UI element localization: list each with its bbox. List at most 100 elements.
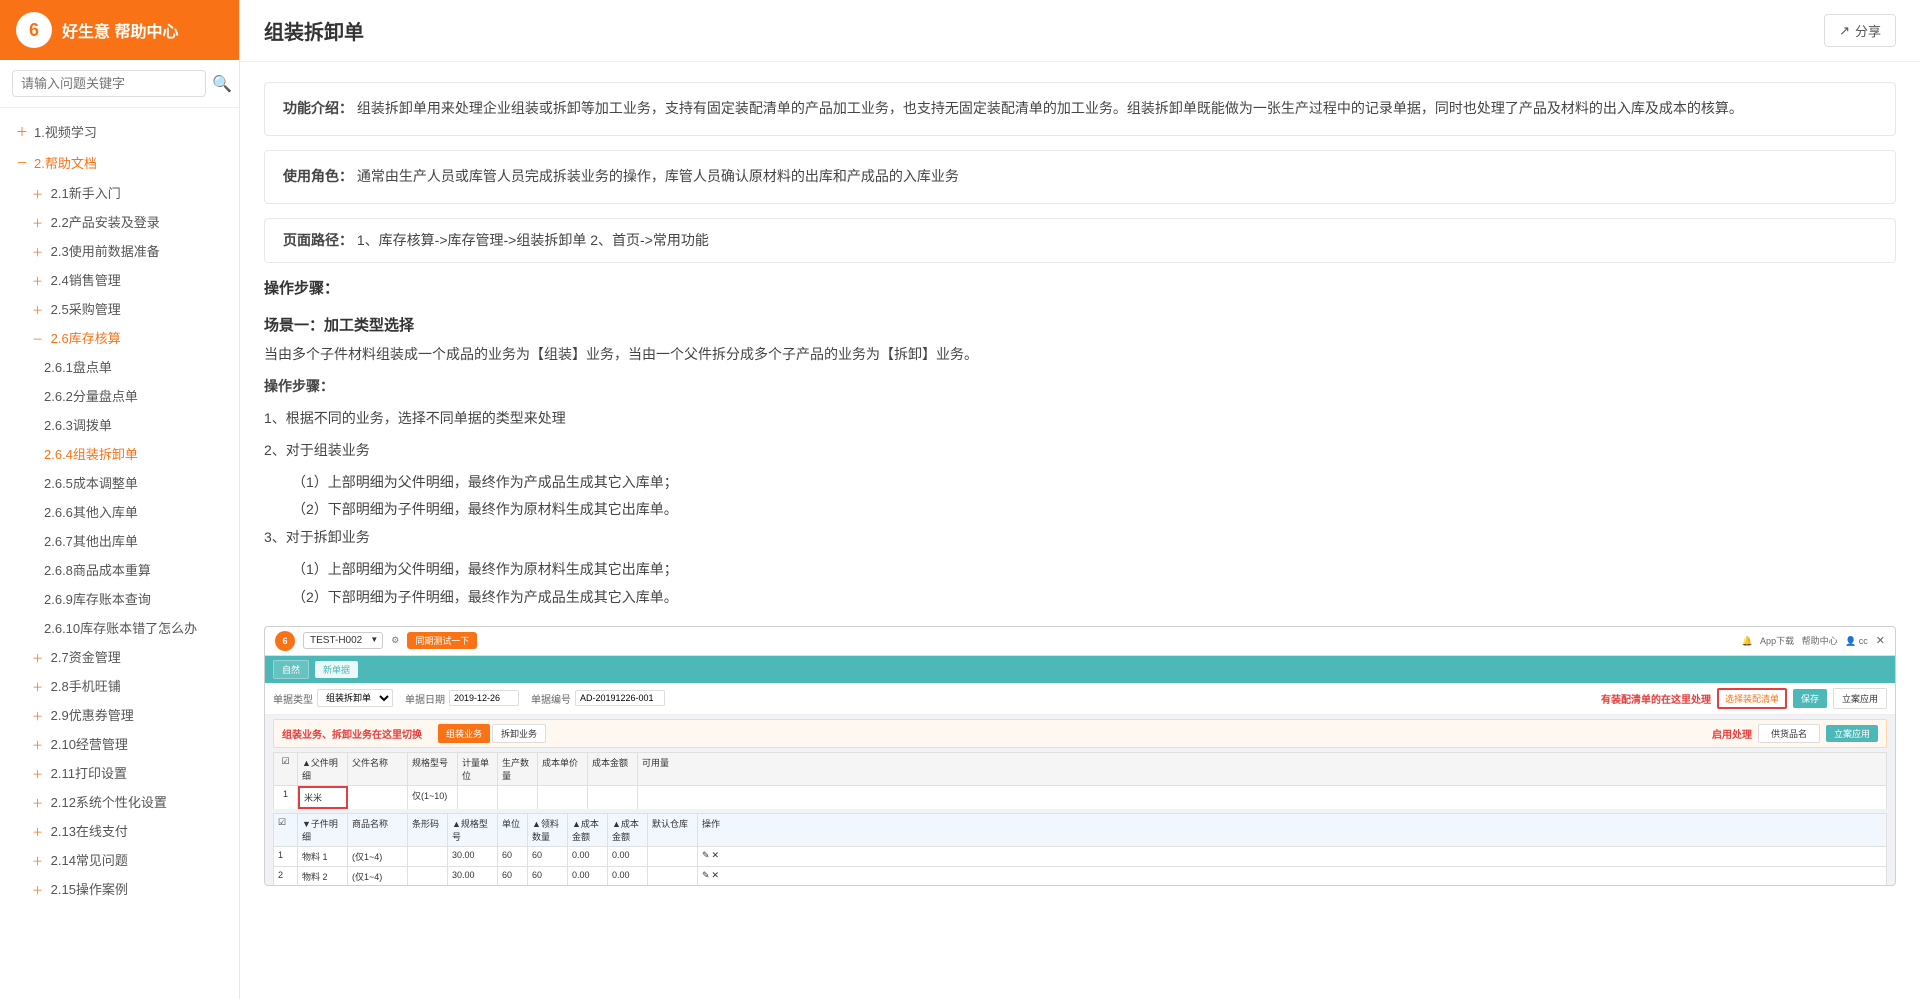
app-tab-new[interactable]: 新单据: [315, 661, 358, 678]
sidebar-item-210[interactable]: ＋ 2.10经营管理: [0, 729, 239, 758]
plus-icon: ＋: [32, 769, 43, 781]
sr2-child: 物料 2: [298, 867, 348, 886]
table-header-row: ☑ ▲父件明细 父件名称 规格型号 计量单位 生产数量 成本单价 成本金额 可用…: [273, 752, 1887, 785]
expand-icon: ＋: [32, 247, 43, 259]
sth-total2: ▲成本金额: [608, 814, 648, 846]
ops-title2: 操作步骤：: [264, 375, 1896, 399]
role-label: 使用角色：: [283, 168, 353, 184]
main-content: 功能介绍： 组装拆卸单用来处理企业组装或拆卸等加工业务，支持有固定装配清单的产品…: [240, 62, 1920, 999]
sidebar-item-268[interactable]: 2.6.8商品成本重算: [0, 555, 239, 584]
plus-icon: ＋: [32, 885, 43, 897]
sidebar-item-263[interactable]: 2.6.3调拨单: [0, 410, 239, 439]
sub-table-row-1: 1 物料 1 (仅1~4) 30.00 60 60 0.00 0.00 ✎: [273, 846, 1887, 866]
sth-barcode: 条形码: [408, 814, 448, 846]
app-company-select[interactable]: TEST-H002 ▼: [303, 632, 383, 649]
save-btn[interactable]: 保存: [1793, 689, 1827, 708]
sidebar-item-211[interactable]: ＋ 2.11打印设置: [0, 758, 239, 787]
field-date: 单据日期: [405, 690, 519, 706]
num-label: 单据编号: [531, 691, 571, 706]
sth-check: ☑: [274, 814, 298, 846]
assemble-btn[interactable]: 组装业务: [438, 724, 490, 743]
th-count: 生产数量: [498, 753, 538, 785]
sidebar-item-25[interactable]: ＋ 2.5采购管理: [0, 294, 239, 323]
step-3-1: （1）上部明细为父件明细，最终作为原材料生成其它出库单；: [292, 558, 1896, 582]
cell-cost: [538, 786, 588, 809]
app-tab-natural[interactable]: 自然: [273, 660, 309, 679]
sidebar-item-video[interactable]: ＋ 1.视频学习: [0, 116, 239, 147]
sr-del-icon[interactable]: ✕: [712, 850, 720, 863]
nav-list: ＋ 1.视频学习 － 2.帮助文档 ＋ 2.1新手入门 ＋ 2.2产品安装及登录…: [0, 108, 239, 999]
sidebar-item-22[interactable]: ＋ 2.2产品安装及登录: [0, 207, 239, 236]
path-label: 页面路径：: [283, 232, 353, 248]
sr-check[interactable]: 1: [274, 847, 298, 866]
ops-title: 操作步骤：: [264, 277, 1896, 298]
role-text: 通常由生产人员或库管人员完成拆装业务的操作，库管人员确认原材料的出库和产成品的入…: [357, 168, 959, 184]
date-input[interactable]: [449, 690, 519, 706]
sidebar-item-26[interactable]: － 2.6库存核算: [0, 323, 239, 352]
steps-list: 1、根据不同的业务，选择不同单据的类型来处理 2、对于组装业务 （1）上部明细为…: [264, 407, 1896, 610]
plus-icon: ＋: [32, 798, 43, 810]
disassemble-btn[interactable]: 拆卸业务: [492, 724, 546, 743]
search-box: 🔍: [0, 60, 239, 108]
th-avail: 可用量: [638, 753, 688, 785]
plus-icon: ＋: [32, 653, 43, 665]
step-1: 1、根据不同的业务，选择不同单据的类型来处理: [264, 407, 1896, 431]
sidebar-item-212[interactable]: ＋ 2.12系统个性化设置: [0, 787, 239, 816]
sth-spec: ▲规格型号: [448, 814, 498, 846]
sidebar-item-29[interactable]: ＋ 2.9优惠券管理: [0, 700, 239, 729]
sidebar-item-267[interactable]: 2.6.7其他出库单: [0, 526, 239, 555]
sidebar-item-266[interactable]: 2.6.6其他入库单: [0, 497, 239, 526]
sidebar-item-261[interactable]: 2.6.1盘点单: [0, 352, 239, 381]
sr2-unit: 60: [498, 867, 528, 886]
sidebar-item-213[interactable]: ＋ 2.13在线支付: [0, 816, 239, 845]
app-table-area: ☑ ▲父件明细 父件名称 规格型号 计量单位 生产数量 成本单价 成本金额 可用…: [273, 752, 1887, 886]
sidebar-item-215[interactable]: ＋ 2.15操作案例: [0, 874, 239, 903]
sth-unit: 单位: [498, 814, 528, 846]
assembly-btn[interactable]: 选择装配清单: [1717, 688, 1787, 709]
process-input[interactable]: 供货品名: [1758, 724, 1820, 743]
sidebar-item-21[interactable]: ＋ 2.1新手入门: [0, 178, 239, 207]
cell-check[interactable]: 1: [274, 786, 298, 809]
search-input[interactable]: [12, 70, 206, 97]
scenario1-desc: 当由多个子件材料组装成一个成品的业务为【组装】业务，当由一个父件拆分成多个子产品…: [264, 343, 1896, 367]
intro-label: 功能介绍：: [283, 100, 353, 116]
sr2-del-icon[interactable]: ✕: [712, 870, 720, 883]
sidebar-item-28[interactable]: ＋ 2.8手机旺铺: [0, 671, 239, 700]
sidebar-item-269[interactable]: 2.6.9库存账本查询: [0, 584, 239, 613]
app-test-btn[interactable]: 同期测试一下: [407, 632, 477, 649]
plus-icon: ＋: [32, 682, 43, 694]
date-label: 单据日期: [405, 691, 445, 706]
scenario1-title: 场景一：加工类型选择: [264, 314, 1896, 335]
share-button[interactable]: ↗ 分享: [1824, 14, 1896, 47]
cell-parent[interactable]: 米米: [298, 786, 348, 809]
sidebar-item-265[interactable]: 2.6.5成本调整单: [0, 468, 239, 497]
sr2-ops: ✎ ✕: [698, 867, 738, 886]
sr2-qty2: 60: [528, 867, 568, 886]
other-btn[interactable]: 立案应用: [1833, 688, 1887, 709]
sidebar-item-264[interactable]: 2.6.4组装拆卸单: [0, 439, 239, 468]
sr-unit: 60: [498, 847, 528, 866]
sr2-wh: [648, 867, 698, 886]
sr2-check[interactable]: 2: [274, 867, 298, 886]
app-close-icon[interactable]: ✕: [1876, 634, 1885, 647]
type-btns: 组装业务 拆卸业务: [438, 724, 546, 743]
apply-btn[interactable]: 立案应用: [1826, 725, 1878, 742]
doctype-label: 单据类型: [273, 691, 313, 706]
th-spec: 规格型号: [408, 753, 458, 785]
logo-icon: 6: [16, 12, 52, 48]
search-button[interactable]: 🔍: [212, 74, 232, 94]
sidebar-item-23[interactable]: ＋ 2.3使用前数据准备: [0, 236, 239, 265]
sr-edit-icon[interactable]: ✎: [702, 850, 710, 863]
num-input[interactable]: [575, 690, 665, 706]
doctype-select[interactable]: 组装拆卸单: [317, 689, 393, 707]
sidebar-item-27[interactable]: ＋ 2.7资金管理: [0, 642, 239, 671]
sr2-edit-icon[interactable]: ✎: [702, 870, 710, 883]
sidebar-item-docs[interactable]: － 2.帮助文档: [0, 147, 239, 178]
sidebar-item-2610[interactable]: 2.6.10库存账本错了怎么办: [0, 613, 239, 642]
sr-cost2: 0.00: [568, 847, 608, 866]
sidebar-item-24[interactable]: ＋ 2.4销售管理: [0, 265, 239, 294]
sidebar-item-262[interactable]: 2.6.2分量盘点单: [0, 381, 239, 410]
ops-section: 操作步骤： 场景一：加工类型选择 当由多个子件材料组装成一个成品的业务为【组装】…: [264, 277, 1896, 885]
th-name: 父件名称: [348, 753, 408, 785]
sidebar-item-214[interactable]: ＋ 2.14常见问题: [0, 845, 239, 874]
